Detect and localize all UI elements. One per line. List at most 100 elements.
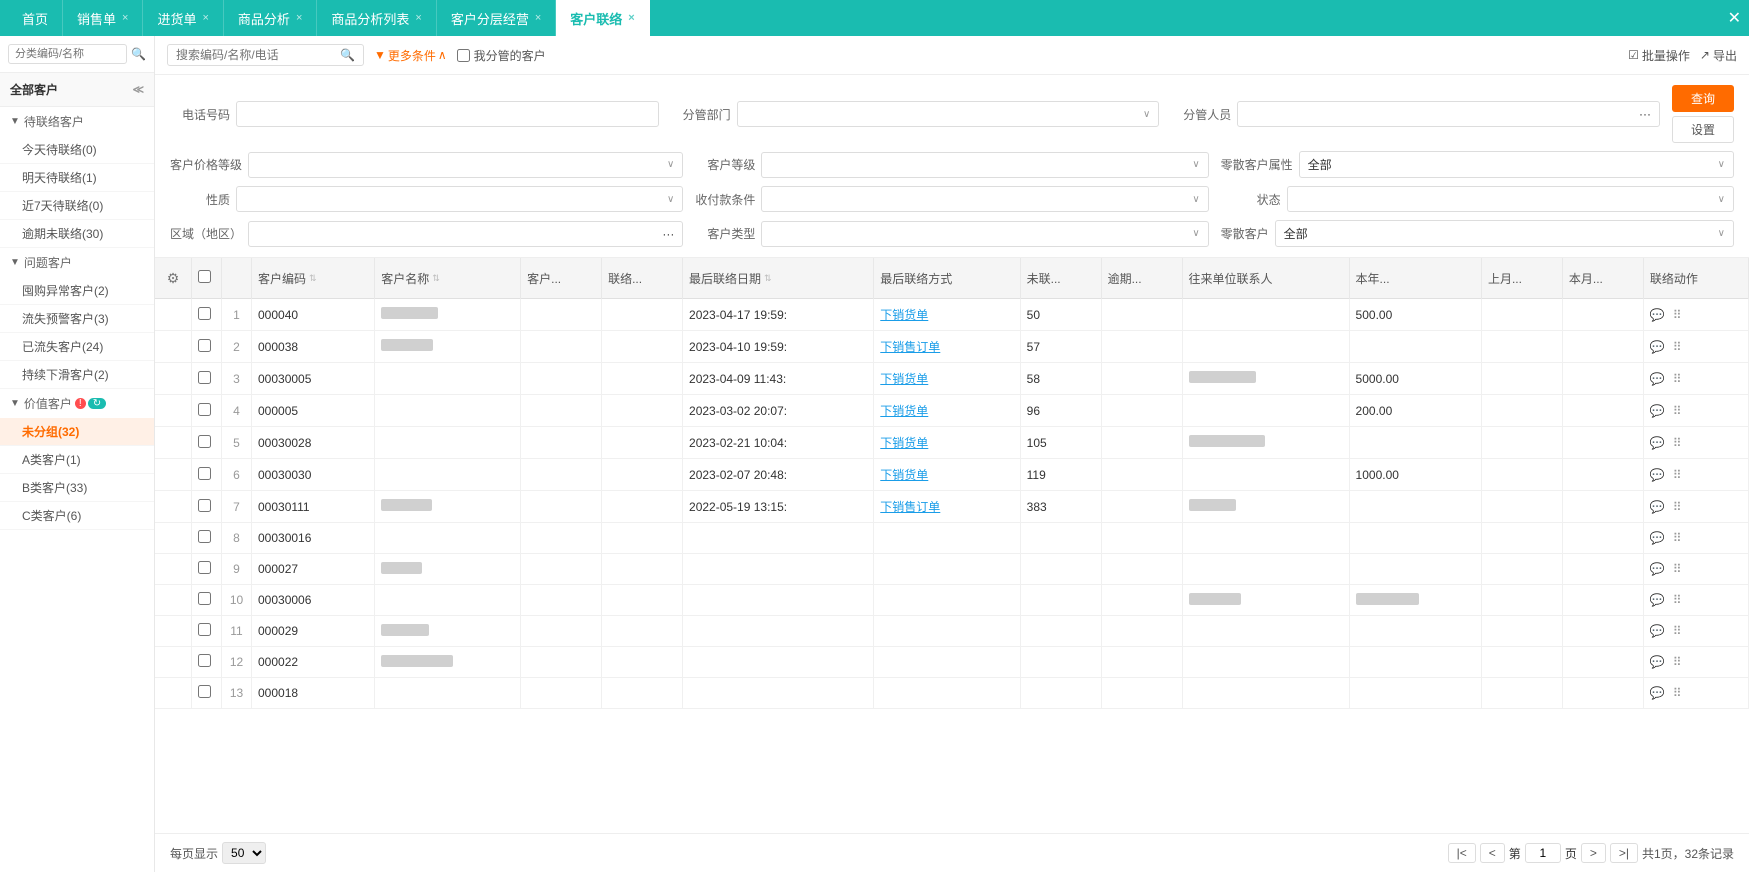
prev-page-btn[interactable]: < (1480, 843, 1505, 863)
tab-product-analysis[interactable]: 商品分析 × (224, 0, 317, 36)
retail-attr-select[interactable]: 全部∨ (1299, 151, 1734, 178)
more-icon-4[interactable]: ⠿ (1673, 436, 1682, 450)
last-page-btn[interactable]: >| (1610, 843, 1638, 863)
row-checkbox-12[interactable] (198, 685, 211, 698)
sidebar-item-declining[interactable]: 持续下滑客户(2) (0, 361, 154, 389)
close-customer-segment-icon[interactable]: × (535, 12, 541, 24)
last-method-link-2[interactable]: 下销货单 (880, 372, 928, 386)
more-icon-1[interactable]: ⠿ (1673, 340, 1682, 354)
row-checkbox-7[interactable] (198, 530, 211, 543)
row-checkbox-8[interactable] (198, 561, 211, 574)
more-icon-9[interactable]: ⠿ (1673, 593, 1682, 607)
last-method-link-0[interactable]: 下销货单 (880, 308, 928, 322)
more-filters-btn[interactable]: ▼ 更多条件 ∧ (374, 47, 447, 64)
col-this-year[interactable]: 本年... (1349, 258, 1481, 299)
col-partner-contact[interactable]: 往来单位联系人 (1182, 258, 1349, 299)
chat-icon-2[interactable]: 💬 (1650, 372, 1665, 386)
more-icon-12[interactable]: ⠿ (1673, 686, 1682, 700)
sidebar-value-group[interactable]: ▼ 价值客户 ! ↻ (0, 389, 154, 418)
chat-icon-3[interactable]: 💬 (1650, 404, 1665, 418)
more-icon-2[interactable]: ⠿ (1673, 372, 1682, 386)
export-btn[interactable]: ↗ 导出 (1700, 47, 1737, 64)
sidebar-item-churn-warning[interactable]: 流失预警客户(3) (0, 305, 154, 333)
sidebar-all-customers[interactable]: 全部客户 ≪ (0, 73, 154, 107)
col-customer-type[interactable]: 客户... (521, 258, 602, 299)
region-select[interactable]: ··· (248, 221, 683, 247)
tab-purchase[interactable]: 进货单 × (143, 0, 223, 36)
chat-icon-1[interactable]: 💬 (1650, 340, 1665, 354)
chat-icon-6[interactable]: 💬 (1650, 500, 1665, 514)
reset-btn[interactable]: 设置 (1672, 116, 1734, 143)
more-icon-5[interactable]: ⠿ (1673, 468, 1682, 482)
row-checkbox-3[interactable] (198, 403, 211, 416)
row-checkbox-4[interactable] (198, 435, 211, 448)
close-customer-contact-icon[interactable]: × (628, 12, 634, 24)
more-icon-7[interactable]: ⠿ (1673, 531, 1682, 545)
col-customer-name[interactable]: 客户名称⇅ (375, 258, 521, 299)
row-checkbox-11[interactable] (198, 654, 211, 667)
sidebar-item-today-pending[interactable]: 今天待联络(0) (0, 136, 154, 164)
manager-select[interactable]: ··· (1237, 101, 1660, 127)
close-purchase-icon[interactable]: × (202, 12, 208, 24)
chat-icon-4[interactable]: 💬 (1650, 436, 1665, 450)
row-checkbox-5[interactable] (198, 467, 211, 480)
col-last-contact-method[interactable]: 最后联络方式 (874, 258, 1020, 299)
sidebar-item-class-b[interactable]: B类客户(33) (0, 474, 154, 502)
first-page-btn[interactable]: |< (1448, 843, 1476, 863)
sidebar-item-hoard-abnormal[interactable]: 囤购异常客户(2) (0, 277, 154, 305)
customer-type-select[interactable]: ∨ (761, 221, 1208, 247)
chat-icon-9[interactable]: 💬 (1650, 593, 1665, 607)
col-this-month[interactable]: 本月... (1562, 258, 1643, 299)
col-last-month[interactable]: 上月... (1481, 258, 1562, 299)
more-icon-3[interactable]: ⠿ (1673, 404, 1682, 418)
row-checkbox-0[interactable] (198, 307, 211, 320)
price-level-select[interactable]: ∨ (248, 152, 683, 178)
sidebar-item-week-pending[interactable]: 近7天待联络(0) (0, 192, 154, 220)
sidebar-item-class-a[interactable]: A类客户(1) (0, 446, 154, 474)
customer-level-select[interactable]: ∨ (761, 152, 1208, 178)
last-method-link-5[interactable]: 下销货单 (880, 468, 928, 482)
more-icon-6[interactable]: ⠿ (1673, 500, 1682, 514)
nature-select[interactable]: ∨ (236, 186, 683, 212)
col-no-contact[interactable]: 未联... (1020, 258, 1101, 299)
more-icon-0[interactable]: ⠿ (1673, 308, 1682, 322)
col-last-contact-date[interactable]: 最后联络日期⇅ (683, 258, 874, 299)
row-checkbox-6[interactable] (198, 499, 211, 512)
dept-select[interactable]: ∨ (737, 101, 1160, 127)
sidebar-item-tomorrow-pending[interactable]: 明天待联络(1) (0, 164, 154, 192)
row-checkbox-1[interactable] (198, 339, 211, 352)
tab-sales[interactable]: 销售单 × (63, 0, 143, 36)
tab-customer-segment[interactable]: 客户分层经营 × (437, 0, 556, 36)
chat-icon-12[interactable]: 💬 (1650, 686, 1665, 700)
retail-customer-select[interactable]: 全部∨ (1275, 220, 1734, 247)
next-page-btn[interactable]: > (1581, 843, 1606, 863)
chat-icon-5[interactable]: 💬 (1650, 468, 1665, 482)
sidebar-item-unclassified[interactable]: 未分组(32) (0, 418, 154, 446)
chat-icon-10[interactable]: 💬 (1650, 624, 1665, 638)
chat-icon-0[interactable]: 💬 (1650, 308, 1665, 322)
sidebar-item-churned[interactable]: 已流失客户(24) (0, 333, 154, 361)
sidebar-item-overdue-pending[interactable]: 逾期未联络(30) (0, 220, 154, 248)
more-icon-11[interactable]: ⠿ (1673, 655, 1682, 669)
bulk-ops-btn[interactable]: ☑ 批量操作 (1628, 47, 1690, 64)
phone-input[interactable] (236, 101, 659, 127)
last-method-link-4[interactable]: 下销货单 (880, 436, 928, 450)
sidebar-pending-group[interactable]: ▼ 待联络客户 (0, 107, 154, 136)
select-all-checkbox[interactable] (198, 270, 211, 283)
row-checkbox-9[interactable] (198, 592, 211, 605)
chat-icon-7[interactable]: 💬 (1650, 531, 1665, 545)
col-customer-code[interactable]: 客户编码⇅ (252, 258, 375, 299)
value-group-refresh-icon[interactable]: ↻ (88, 398, 106, 409)
close-product-analysis-list-icon[interactable]: × (415, 12, 421, 24)
row-checkbox-2[interactable] (198, 371, 211, 384)
nav-close-icon[interactable]: ✕ (1728, 8, 1741, 28)
last-method-link-3[interactable]: 下销货单 (880, 404, 928, 418)
search-icon[interactable]: 🔍 (340, 48, 355, 62)
sidebar-item-class-c[interactable]: C类客户(6) (0, 502, 154, 530)
last-method-link-6[interactable]: 下销售订单 (880, 500, 940, 514)
col-overdue[interactable]: 逾期... (1101, 258, 1182, 299)
status-select[interactable]: ∨ (1287, 186, 1734, 212)
sidebar-search-input[interactable] (8, 44, 127, 64)
sidebar-collapse-icon[interactable]: ≪ (132, 83, 144, 96)
tab-customer-contact[interactable]: 客户联络 × (556, 0, 649, 36)
